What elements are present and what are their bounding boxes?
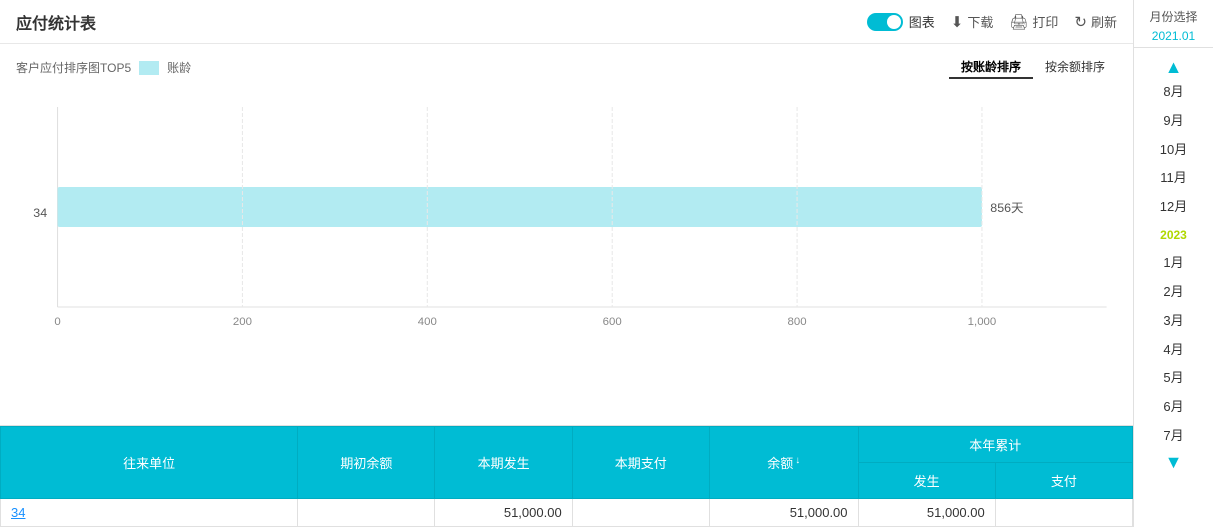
year-marker-2023: 2023 <box>1134 222 1213 249</box>
cell-opening <box>298 499 435 527</box>
toggle-switch-icon[interactable] <box>867 13 903 31</box>
print-button[interactable]: 🖨 打印 <box>1009 12 1058 31</box>
cell-current-occur: 51,000.00 <box>435 499 572 527</box>
month-11[interactable]: 11月 <box>1134 164 1213 193</box>
refresh-icon: ↻ <box>1074 13 1087 31</box>
month-6[interactable]: 6月 <box>1134 393 1213 422</box>
col-current-pay-header: 本期支付 <box>572 427 709 499</box>
sidebar: 月份选择 2021.01 ▲ 8月 9月 10月 11月 12月 2023 1月… <box>1133 0 1213 527</box>
legend-box-icon <box>139 61 159 75</box>
sidebar-scroll: ▲ 8月 9月 10月 11月 12月 2023 1月 2月 3月 4月 5月 … <box>1134 56 1213 473</box>
month-9[interactable]: 9月 <box>1134 107 1213 136</box>
svg-text:800: 800 <box>788 316 807 328</box>
refresh-label: 刷新 <box>1091 12 1117 31</box>
chart-legend: 客户应付排序图TOP5 账龄 <box>16 59 191 76</box>
sidebar-title: 月份选择 <box>1149 8 1197 25</box>
month-1[interactable]: 1月 <box>1134 249 1213 278</box>
svg-text:0: 0 <box>54 316 60 328</box>
bar-chart-container: 34 856天 0 200 400 600 800 1,000 <box>16 87 1117 413</box>
y-axis-label: 34 <box>33 206 47 220</box>
page-title: 应付统计表 <box>16 10 96 34</box>
print-label: 打印 <box>1032 12 1058 31</box>
col-current-occur-header: 本期发生 <box>435 427 572 499</box>
cell-unit[interactable]: 34 <box>1 499 298 527</box>
legend-item-label: 账龄 <box>167 59 191 76</box>
cell-ytd-occur: 51,000.00 <box>858 499 995 527</box>
table-row: 34 51,000.00 51,000.00 51,000.00 <box>1 499 1133 527</box>
month-2[interactable]: 2月 <box>1134 278 1213 307</box>
print-icon: 🖨 <box>1009 13 1028 31</box>
chart-area: 客户应付排序图TOP5 账龄 按账龄排序 按余额排序 34 856天 <box>0 44 1133 425</box>
bar-rect <box>58 187 982 227</box>
month-12[interactable]: 12月 <box>1134 193 1213 222</box>
cell-ytd-pay <box>995 499 1132 527</box>
col-balance-header: 余额↓ <box>709 427 858 499</box>
sort-tabs: 按账龄排序 按余额排序 <box>949 56 1117 79</box>
sort-tab-balance[interactable]: 按余额排序 <box>1033 56 1117 79</box>
month-8[interactable]: 8月 <box>1134 78 1213 107</box>
svg-text:200: 200 <box>233 316 252 328</box>
legend-label: 客户应付排序图TOP5 <box>16 59 131 76</box>
page-header: 应付统计表 图表 ⬇ 下载 🖨 打印 ↻ 刷新 <box>0 0 1133 44</box>
bar-end-label: 856天 <box>990 201 1023 215</box>
table-area: 往来单位 期初余额 本期发生 本期支付 余额↓ 本年累计 发生 支付 34 <box>0 425 1133 527</box>
data-table: 往来单位 期初余额 本期发生 本期支付 余额↓ 本年累计 发生 支付 34 <box>0 426 1133 527</box>
col-unit-header: 往来单位 <box>1 427 298 499</box>
chart-header: 客户应付排序图TOP5 账龄 按账龄排序 按余额排序 <box>16 56 1117 79</box>
cell-balance: 51,000.00 <box>709 499 858 527</box>
col-ytd-pay-header: 支付 <box>995 463 1132 499</box>
svg-text:400: 400 <box>418 316 437 328</box>
table-wrap: 往来单位 期初余额 本期发生 本期支付 余额↓ 本年累计 发生 支付 34 <box>0 426 1133 527</box>
download-button[interactable]: ⬇ 下载 <box>951 12 994 31</box>
month-4[interactable]: 4月 <box>1134 336 1213 365</box>
svg-text:1,000: 1,000 <box>968 316 997 328</box>
sort-tab-age[interactable]: 按账龄排序 <box>949 56 1033 79</box>
scroll-up-arrow[interactable]: ▲ <box>1165 56 1183 78</box>
month-5[interactable]: 5月 <box>1134 364 1213 393</box>
refresh-button[interactable]: ↻ 刷新 <box>1074 12 1117 31</box>
table-header-row: 往来单位 期初余额 本期发生 本期支付 余额↓ 本年累计 <box>1 427 1133 463</box>
month-3[interactable]: 3月 <box>1134 307 1213 336</box>
col-ytd-occur-header: 发生 <box>858 463 995 499</box>
month-10[interactable]: 10月 <box>1134 136 1213 165</box>
svg-text:600: 600 <box>603 316 622 328</box>
month-7[interactable]: 7月 <box>1134 422 1213 451</box>
chart-toggle-label: 图表 <box>909 12 935 31</box>
col-ytd-header: 本年累计 <box>858 427 1132 463</box>
download-label: 下载 <box>967 12 993 31</box>
cell-current-pay <box>572 499 709 527</box>
header-actions: 图表 ⬇ 下载 🖨 打印 ↻ 刷新 <box>867 12 1117 31</box>
chart-toggle[interactable]: 图表 <box>867 12 935 31</box>
sidebar-year-label[interactable]: 2021.01 <box>1134 29 1213 48</box>
col-opening-header: 期初余额 <box>298 427 435 499</box>
bar-chart-svg: 34 856天 0 200 400 600 800 1,000 <box>16 87 1117 347</box>
scroll-down-arrow[interactable]: ▼ <box>1165 451 1183 473</box>
download-icon: ⬇ <box>951 13 964 31</box>
